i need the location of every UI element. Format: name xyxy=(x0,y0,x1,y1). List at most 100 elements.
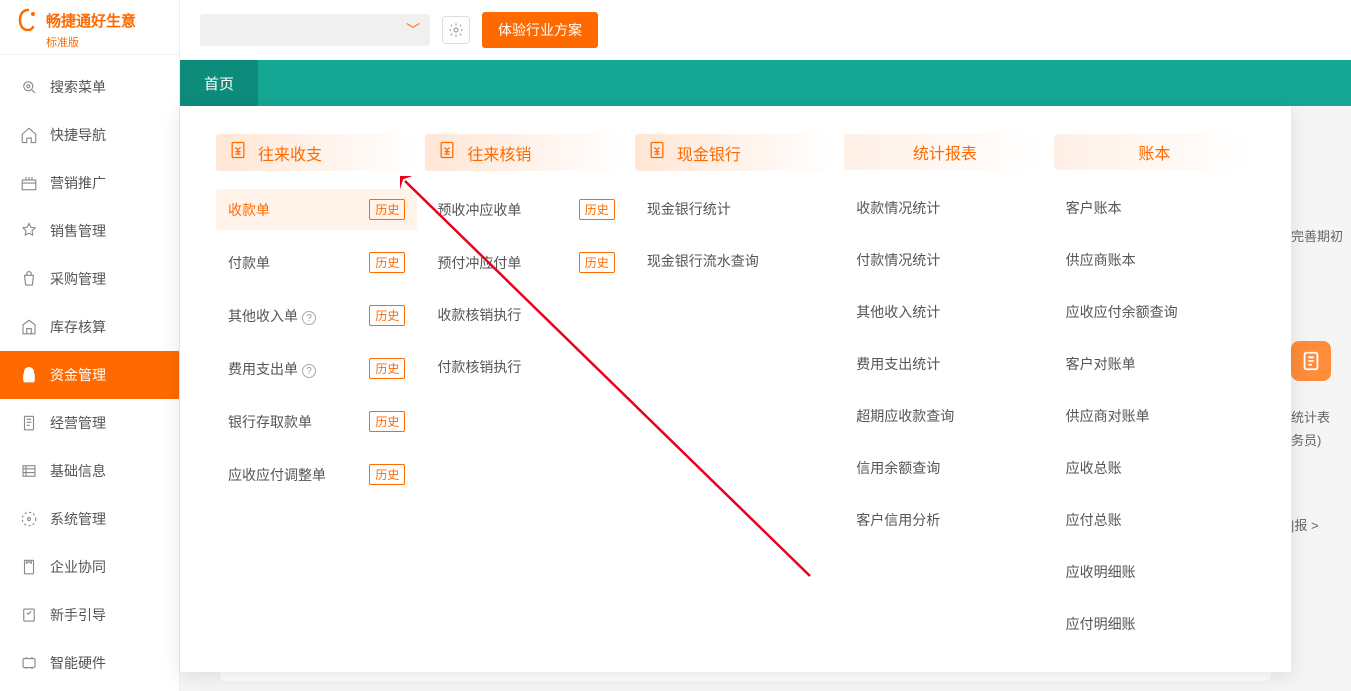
sidebar-item-7[interactable]: 经营管理 xyxy=(0,399,179,447)
flyout-item[interactable]: 应付明细账 xyxy=(1054,604,1255,644)
sidebar-item-5[interactable]: 库存核算 xyxy=(0,303,179,351)
history-badge[interactable]: 历史 xyxy=(369,305,405,326)
flyout-column-3: 统计报表收款情况统计付款情况统计其他收入统计费用支出统计超期应收款查询信用余额查… xyxy=(844,134,1045,644)
sidebar-item-9[interactable]: 系统管理 xyxy=(0,495,179,543)
flyout-item[interactable]: 付款单历史 xyxy=(216,242,417,283)
sidebar-item-label: 库存核算 xyxy=(50,317,106,337)
sidebar-item-label: 经营管理 xyxy=(50,413,106,433)
flyout-item-label: 其他收入统计 xyxy=(856,302,940,322)
right-quick-button[interactable] xyxy=(1291,341,1331,381)
flyout-list: 收款单历史付款单历史其他收入单?历史费用支出单?历史银行存取款单历史应收应付调整… xyxy=(216,189,417,495)
flyout-column-title: 往来收支 xyxy=(258,141,322,165)
sidebar-item-label: 快捷导航 xyxy=(50,125,106,145)
flyout-item[interactable]: 付款情况统计 xyxy=(844,240,1045,280)
flyout-item[interactable]: 现金银行统计 xyxy=(635,189,836,229)
flyout-item-label: 付款情况统计 xyxy=(856,250,940,270)
history-badge[interactable]: 历史 xyxy=(369,252,405,273)
flyout-item-label: 客户信用分析 xyxy=(856,510,940,530)
flyout-column-4: 账本客户账本供应商账本应收应付余额查询客户对账单供应商对账单应收总账应付总账应收… xyxy=(1054,134,1255,644)
help-icon[interactable]: ? xyxy=(302,311,316,325)
sidebar-item-8[interactable]: 基础信息 xyxy=(0,447,179,495)
flyout-column-title: 往来核销 xyxy=(467,141,531,165)
flyout-column-header: 统计报表 xyxy=(844,134,1045,170)
sidebar-item-10[interactable]: 企业协同 xyxy=(0,543,179,591)
logo-area: 畅捷通好生意 标准版 xyxy=(0,0,179,55)
flyout-item[interactable]: 应收明细账 xyxy=(1054,552,1255,592)
flyout-item-label: 超期应收款查询 xyxy=(856,406,954,426)
org-dropdown[interactable]: ﹀ xyxy=(200,14,430,46)
flyout-item[interactable]: 客户对账单 xyxy=(1054,344,1255,384)
flyout-item[interactable]: 收款单历史 xyxy=(216,189,417,230)
flyout-item[interactable]: 预收冲应收单历史 xyxy=(425,189,626,230)
history-badge[interactable]: 历史 xyxy=(369,464,405,485)
sidebar-nav: 搜索菜单快捷导航营销推广销售管理采购管理库存核算资金管理经营管理基础信息系统管理… xyxy=(0,55,179,691)
gear-icon xyxy=(448,22,464,38)
flyout-item-label: 客户账本 xyxy=(1066,198,1122,218)
flyout-column-header: 现金银行 xyxy=(635,134,836,171)
flyout-item[interactable]: 其他收入统计 xyxy=(844,292,1045,332)
sidebar-item-label: 新手引导 xyxy=(50,605,106,625)
sidebar-item-label: 企业协同 xyxy=(50,557,106,577)
flyout-item-label: 现金银行统计 xyxy=(647,199,731,219)
flyout-item[interactable]: 信用余额查询 xyxy=(844,448,1045,488)
flyout-item[interactable]: 其他收入单?历史 xyxy=(216,295,417,336)
sidebar-item-3[interactable]: 销售管理 xyxy=(0,207,179,255)
flyout-item[interactable]: 超期应收款查询 xyxy=(844,396,1045,436)
help-icon[interactable]: ? xyxy=(302,364,316,378)
history-badge[interactable]: 历史 xyxy=(369,199,405,220)
history-badge[interactable]: 历史 xyxy=(579,199,615,220)
sidebar-item-4[interactable]: 采购管理 xyxy=(0,255,179,303)
flyout-item[interactable]: 供应商账本 xyxy=(1054,240,1255,280)
sidebar-icon-3 xyxy=(20,222,38,240)
tabbar: 首页 xyxy=(180,60,1351,106)
flyout-item-label: 应收总账 xyxy=(1066,458,1122,478)
flyout-item[interactable]: 付款核销执行 xyxy=(425,347,626,387)
sidebar-item-label: 系统管理 xyxy=(50,509,106,529)
sidebar-item-6[interactable]: 资金管理 xyxy=(0,351,179,399)
sidebar-icon-1 xyxy=(20,126,38,144)
flyout-item[interactable]: 收款核销执行 xyxy=(425,295,626,335)
brand-name: 畅捷通好生意 xyxy=(46,10,136,31)
sidebar-item-label: 搜索菜单 xyxy=(50,77,106,97)
flyout-item-label: 应付明细账 xyxy=(1066,614,1136,634)
sidebar-icon-8 xyxy=(20,462,38,480)
sidebar-item-label: 资金管理 xyxy=(50,365,106,385)
sidebar-icon-0 xyxy=(20,78,38,96)
history-badge[interactable]: 历史 xyxy=(369,358,405,379)
history-badge[interactable]: 历史 xyxy=(579,252,615,273)
sidebar-item-label: 基础信息 xyxy=(50,461,106,481)
flyout-item[interactable]: 收款情况统计 xyxy=(844,188,1045,228)
sidebar-icon-7 xyxy=(20,414,38,432)
flyout-item[interactable]: 费用支出统计 xyxy=(844,344,1045,384)
sidebar-item-1[interactable]: 快捷导航 xyxy=(0,111,179,159)
flyout-item-label: 费用支出单? xyxy=(228,359,316,379)
sidebar-icon-11 xyxy=(20,606,38,624)
flyout-item[interactable]: 客户信用分析 xyxy=(844,500,1045,540)
flyout-item[interactable]: 费用支出单? 历史 xyxy=(216,348,417,389)
flyout-list: 现金银行统计现金银行流水查询 xyxy=(635,189,836,281)
brand-logo-icon xyxy=(16,8,40,32)
flyout-item-label: 供应商账本 xyxy=(1066,250,1136,270)
flyout-column-1: 往来核销预收冲应收单历史预付冲应付单历史收款核销执行付款核销执行 xyxy=(425,134,626,644)
flyout-item[interactable]: 应收应付余额查询 xyxy=(1054,292,1255,332)
sidebar-item-11[interactable]: 新手引导 xyxy=(0,591,179,639)
tab-home[interactable]: 首页 xyxy=(180,60,258,106)
flyout-item[interactable]: 应付总账 xyxy=(1054,500,1255,540)
flyout-item[interactable]: 应收应付调整单历史 xyxy=(216,454,417,495)
flyout-column-header: 账本 xyxy=(1054,134,1255,170)
sidebar-item-0[interactable]: 搜索菜单 xyxy=(0,63,179,111)
flyout-item[interactable]: 供应商对账单 xyxy=(1054,396,1255,436)
flyout-item[interactable]: 应收总账 xyxy=(1054,448,1255,488)
history-badge[interactable]: 历史 xyxy=(369,411,405,432)
flyout-item[interactable]: 预付冲应付单历史 xyxy=(425,242,626,283)
flyout-item[interactable]: 现金银行流水查询 xyxy=(635,241,836,281)
flyout-column-title: 现金银行 xyxy=(677,141,741,165)
cta-button[interactable]: 体验行业方案 xyxy=(482,12,598,48)
right-hint-stat: 统计表 xyxy=(1291,407,1330,426)
flyout-column-title: 账本 xyxy=(1138,140,1170,164)
sidebar-item-2[interactable]: 营销推广 xyxy=(0,159,179,207)
settings-button[interactable] xyxy=(442,16,470,44)
sidebar-item-12[interactable]: 智能硬件 xyxy=(0,639,179,687)
flyout-item[interactable]: 客户账本 xyxy=(1054,188,1255,228)
flyout-item[interactable]: 银行存取款单历史 xyxy=(216,401,417,442)
